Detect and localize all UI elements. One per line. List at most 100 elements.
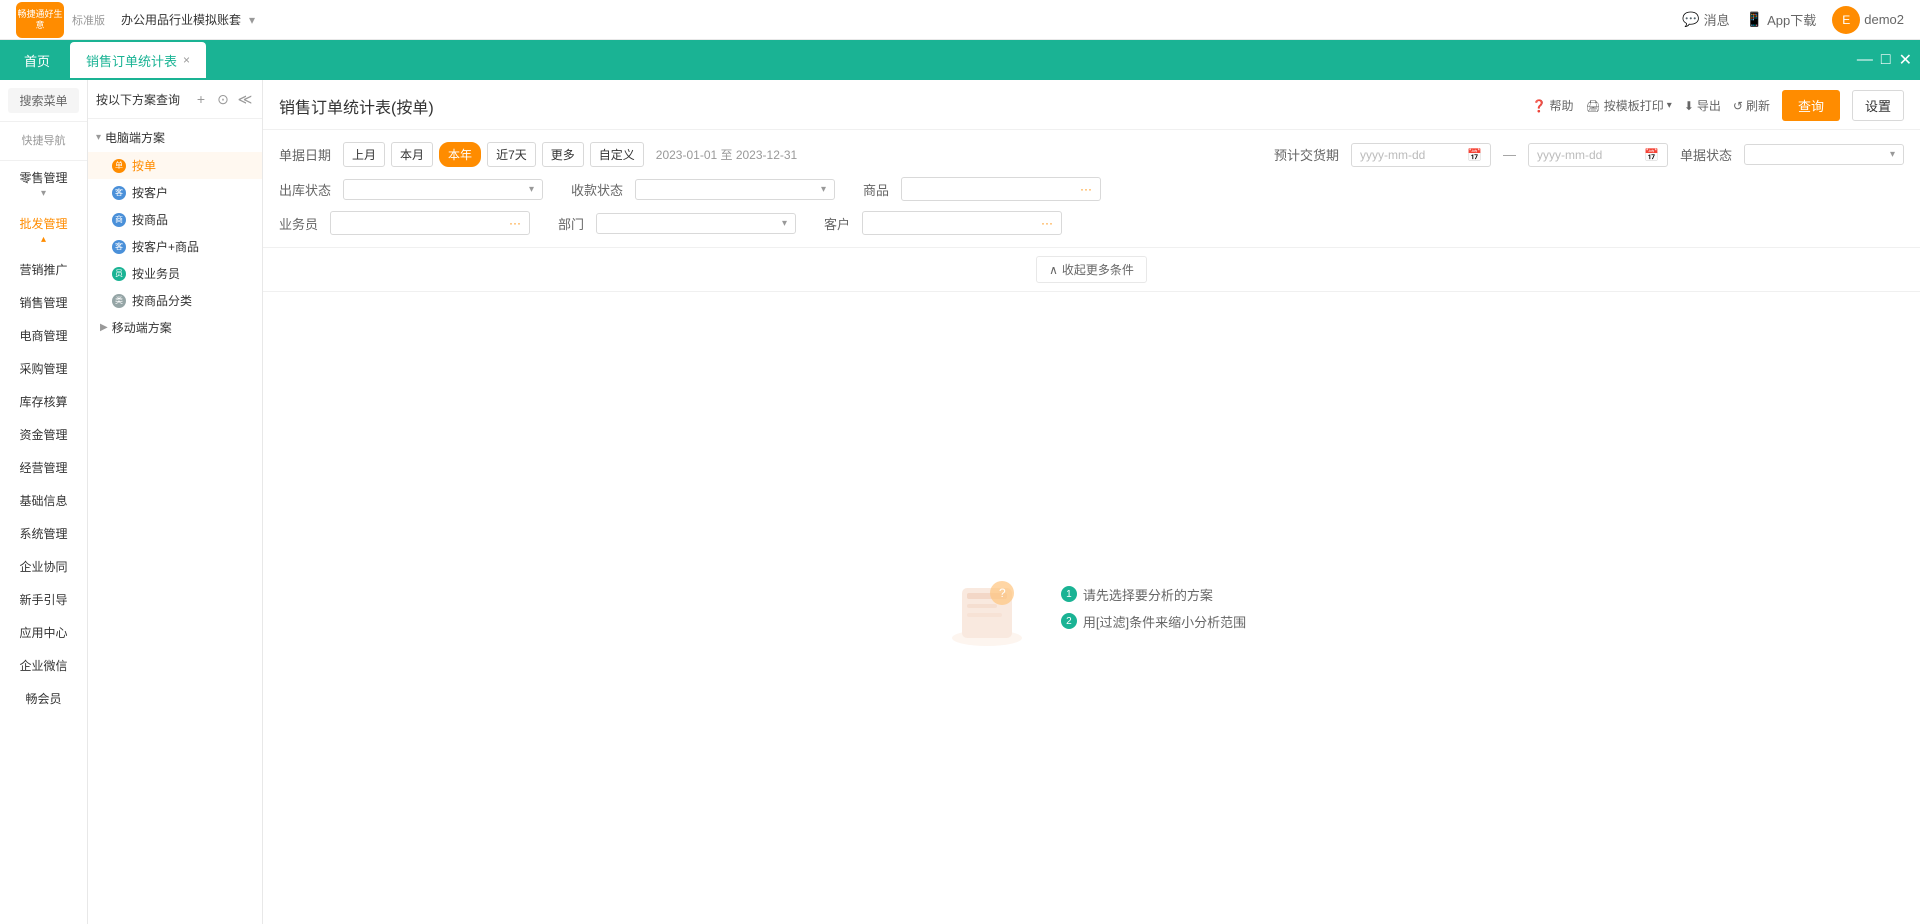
mobile-group-arrow: ▶ — [100, 322, 108, 333]
shipment-select[interactable]: ▾ — [343, 179, 543, 200]
expected-date-start[interactable]: yyyy-mm-dd 📅 — [1351, 143, 1491, 167]
sidebar-item-purchase-label: 采购管理 — [19, 360, 67, 377]
schema-item-by-category[interactable]: 类 按商品分类 — [88, 287, 262, 314]
hint-1-num: 1 — [1061, 586, 1077, 602]
tab-close-icon[interactable]: × — [183, 53, 190, 67]
schema-group-desktop[interactable]: ▾ 电脑端方案 — [88, 123, 262, 152]
left-panel-actions: + ⊙ ≪ — [192, 90, 254, 108]
sidebar-item-newuser[interactable]: 新手引导 — [0, 583, 87, 616]
main-layout: 搜索菜单 快捷导航 零售管理 ▾ 批发管理 ▴ 营销推广 销售管理 电商管理 采… — [0, 80, 1920, 924]
quick-nav-title: 快捷导航 — [0, 130, 87, 152]
print-icon: 🖨 — [1586, 99, 1601, 113]
message-btn[interactable]: 💬 消息 — [1682, 10, 1729, 29]
sidebar-item-enterprise[interactable]: 企业协同 — [0, 550, 87, 583]
payment-select[interactable]: ▾ — [635, 179, 835, 200]
collapse-bar: ∧ 收起更多条件 — [263, 248, 1920, 292]
sidebar-item-ecommerce[interactable]: 电商管理 — [0, 319, 87, 352]
refresh-link[interactable]: ↺ 刷新 — [1733, 97, 1770, 114]
desktop-group-label: 电脑端方案 — [105, 129, 165, 146]
sidebar-item-marketing[interactable]: 营销推广 — [0, 253, 87, 286]
schema-group-mobile[interactable]: ▶ 移动端方案 — [88, 314, 262, 341]
date-btn-this-month[interactable]: 本月 — [391, 142, 433, 167]
sidebar-item-member[interactable]: 畅会员 — [0, 682, 87, 715]
help-link[interactable]: ❓ 帮助 — [1532, 97, 1574, 114]
sidebar-item-basics[interactable]: 基础信息 — [0, 484, 87, 517]
sidebar-item-marketing-label: 营销推广 — [19, 261, 67, 278]
sidebar: 搜索菜单 快捷导航 零售管理 ▾ 批发管理 ▴ 营销推广 销售管理 电商管理 采… — [0, 80, 88, 924]
schema-item-by-order[interactable]: 单 按单 — [88, 152, 262, 179]
department-select[interactable]: ▾ — [596, 213, 796, 234]
sidebar-item-appcenter[interactable]: 应用中心 — [0, 616, 87, 649]
collapse-filters-btn[interactable]: ∧ 收起更多条件 — [1036, 256, 1147, 283]
calendar-icon-1: 📅 — [1467, 148, 1482, 162]
sidebar-item-inventory[interactable]: 库存核算 — [0, 385, 87, 418]
schema-item-customer-label: 按客户 — [132, 184, 168, 201]
schema-item-by-goods[interactable]: 商 按商品 — [88, 206, 262, 233]
app-download-btn[interactable]: 📱 App下载 — [1746, 10, 1817, 29]
page-actions: ❓ 帮助 🖨 按模板打印 ▾ ⬇ 导出 ↺ 刷新 查询 设置 — [1532, 90, 1904, 121]
tabbar-window-controls: — □ ✕ — [1857, 50, 1912, 70]
sidebar-item-finance[interactable]: 资金管理 — [0, 418, 87, 451]
salesperson-input[interactable]: ··· — [330, 211, 530, 235]
schema-list: ▾ 电脑端方案 单 按单 客 按客户 商 按商品 客 按客户+商品 员 — [88, 119, 262, 345]
goods-input[interactable]: ··· — [901, 177, 1101, 201]
sidebar-item-wechat[interactable]: 企业微信 — [0, 649, 87, 682]
sidebar-item-retail[interactable]: 零售管理 ▾ — [0, 161, 87, 207]
content-area: 销售订单统计表(按单) ❓ 帮助 🖨 按模板打印 ▾ ⬇ 导出 ↺ 刷新 — [263, 80, 1920, 924]
date-filter-label: 单据日期 — [279, 145, 331, 164]
sidebar-item-sales-label: 销售管理 — [19, 294, 67, 311]
close-window-icon[interactable]: ✕ — [1899, 50, 1912, 70]
settings-button[interactable]: 设置 — [1852, 90, 1904, 121]
date-quick-buttons: 上月 本月 本年 近7天 更多 自定义 — [343, 142, 644, 167]
shipment-label: 出库状态 — [279, 180, 331, 199]
tab-home-label: 首页 — [24, 51, 50, 70]
sidebar-item-inventory-label: 库存核算 — [19, 393, 67, 410]
help-label: 帮助 — [1550, 97, 1574, 114]
tab-sales-stats[interactable]: 销售订单统计表 × — [70, 42, 206, 78]
edit-schema-btn[interactable]: ⊙ — [214, 90, 232, 108]
status-select[interactable]: ▾ — [1744, 144, 1904, 165]
sidebar-item-operations[interactable]: 经营管理 — [0, 451, 87, 484]
empty-state: 1 请先选择要分析的方案 2 用[过滤]条件来缩小分析范围 — [1061, 585, 1246, 631]
sidebar-item-system-label: 系统管理 — [19, 525, 67, 542]
print-link[interactable]: 🖨 按模板打印 ▾ — [1586, 97, 1672, 114]
left-panel-header: 按以下方案查询 + ⊙ ≪ — [88, 80, 262, 119]
print-arrow: ▾ — [1667, 100, 1672, 111]
date-btn-more[interactable]: 更多 — [542, 142, 584, 167]
date-btn-this-year[interactable]: 本年 — [439, 142, 481, 167]
sidebar-item-wholesale[interactable]: 批发管理 ▴ — [0, 207, 87, 253]
expected-date-end[interactable]: yyyy-mm-dd 📅 — [1528, 143, 1668, 167]
date-btn-last-month[interactable]: 上月 — [343, 142, 385, 167]
sidebar-item-sales[interactable]: 销售管理 — [0, 286, 87, 319]
date-btn-custom[interactable]: 自定义 — [590, 142, 644, 167]
export-label: 导出 — [1697, 97, 1721, 114]
collapse-panel-btn[interactable]: ≪ — [236, 90, 254, 108]
customer-input[interactable]: ··· — [862, 211, 1062, 235]
maximize-icon[interactable]: □ — [1881, 51, 1891, 69]
search-menu-btn[interactable]: 搜索菜单 — [8, 88, 79, 113]
minimize-icon[interactable]: — — [1857, 51, 1873, 69]
download-icon: 📱 — [1746, 11, 1763, 28]
user-menu[interactable]: E demo2 — [1832, 6, 1904, 34]
date-btn-7days[interactable]: 近7天 — [487, 142, 536, 167]
app-title-dropdown[interactable]: ▾ — [249, 13, 255, 27]
status-select-arrow: ▾ — [1890, 149, 1895, 160]
help-icon: ❓ — [1532, 99, 1547, 113]
sidebar-item-system[interactable]: 系统管理 — [0, 517, 87, 550]
sidebar-item-purchase[interactable]: 采购管理 — [0, 352, 87, 385]
empty-illustration: ? — [937, 558, 1037, 658]
add-schema-btn[interactable]: + — [192, 90, 210, 108]
schema-item-by-customer-goods[interactable]: 客 按客户+商品 — [88, 233, 262, 260]
schema-item-by-customer[interactable]: 客 按客户 — [88, 179, 262, 206]
avatar: E — [1832, 6, 1860, 34]
sidebar-item-enterprise-label: 企业协同 — [19, 558, 67, 575]
empty-content: ? 1 请先选择要分析的方案 2 用[过滤]条件来缩小分析范围 — [937, 558, 1246, 658]
customer-dots: ··· — [1041, 216, 1053, 230]
logo: 畅捷通好生意 — [16, 2, 64, 38]
schema-item-by-salesperson[interactable]: 员 按业务员 — [88, 260, 262, 287]
tab-home[interactable]: 首页 — [8, 40, 66, 80]
search-button[interactable]: 查询 — [1782, 90, 1840, 121]
salesperson-dots: ··· — [509, 216, 521, 230]
goods-label: 商品 — [863, 180, 889, 199]
export-link[interactable]: ⬇ 导出 — [1684, 97, 1721, 114]
